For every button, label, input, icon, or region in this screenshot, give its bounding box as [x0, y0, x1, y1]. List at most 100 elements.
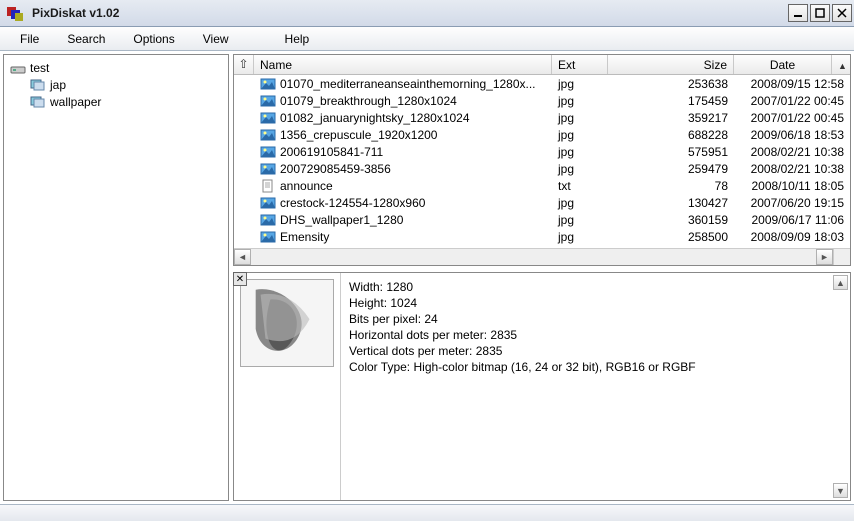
statusbar [0, 504, 854, 521]
image-file-icon [260, 145, 276, 159]
drive-icon [10, 61, 26, 75]
image-file-icon [260, 230, 276, 244]
table-row[interactable]: 200619105841-711jpg5759512008/02/21 10:3… [234, 143, 850, 160]
col-ext[interactable]: Ext [552, 55, 608, 74]
cell-name: Emensity [254, 230, 552, 244]
close-preview-button[interactable]: ✕ [233, 272, 247, 286]
close-button[interactable] [832, 4, 852, 22]
table-row[interactable]: 1356_crepuscule_1920x1200jpg6882282009/0… [234, 126, 850, 143]
scroll-right-icon[interactable]: ► [816, 249, 833, 265]
col-name[interactable]: Name [254, 55, 552, 74]
scrollbar-corner: ▲ [832, 55, 850, 74]
info-pane: Width: 1280 Height: 1024 Bits per pixel:… [340, 273, 850, 500]
table-row[interactable]: DHS_wallpaper1_1280 jpg3601592009/06/17 1… [234, 211, 850, 228]
cell-size: 360159 [608, 213, 734, 227]
table-row[interactable]: announcetxt782008/10/11 18:05 [234, 177, 850, 194]
menu-view[interactable]: View [189, 29, 243, 49]
scroll-down-icon[interactable]: ▼ [833, 483, 848, 498]
file-name: 01079_breakthrough_1280x1024 [280, 94, 457, 108]
table-row[interactable]: crestock-124554-1280x960jpg1304272007/06… [234, 194, 850, 211]
cell-ext: jpg [552, 94, 608, 108]
cell-size: 175459 [608, 94, 734, 108]
file-name: Emensity [280, 230, 329, 244]
image-file-icon [260, 213, 276, 227]
content: test jap wallpaper ⇧ Name Ext Size Date … [0, 51, 854, 504]
menu-file[interactable]: File [6, 29, 53, 49]
cell-size: 258500 [608, 230, 734, 244]
file-name: 200729085459-3856 [280, 162, 391, 176]
window-controls [788, 4, 852, 22]
cell-date: 2007/01/22 00:45 [734, 94, 850, 108]
cell-size: 688228 [608, 128, 734, 142]
sort-indicator-col[interactable]: ⇧ [234, 55, 254, 74]
info-ctype: Color Type: High-color bitmap (16, 24 or… [349, 359, 842, 375]
scrollbar-corner [833, 249, 850, 265]
list-body[interactable]: 01070_mediterraneanseainthemorning_1280x… [234, 75, 850, 248]
table-row[interactable]: 01082_januarynightsky_1280x1024jpg359217… [234, 109, 850, 126]
cell-ext: jpg [552, 128, 608, 142]
cell-name: DHS_wallpaper1_1280 [254, 213, 552, 227]
text-file-icon [260, 179, 276, 193]
cell-ext: jpg [552, 213, 608, 227]
menu-options[interactable]: Options [119, 29, 188, 49]
cell-ext: jpg [552, 111, 608, 125]
info-hdpm: Horizontal dots per meter: 2835 [349, 327, 842, 343]
cell-date: 2008/02/21 10:38 [734, 145, 850, 159]
cell-date: 2007/01/22 00:45 [734, 111, 850, 125]
image-file-icon [260, 162, 276, 176]
menu-help[interactable]: Help [271, 29, 324, 49]
col-date[interactable]: Date [734, 55, 832, 74]
table-row[interactable]: 01079_breakthrough_1280x1024 jpg175459200… [234, 92, 850, 109]
app-icon [6, 4, 24, 22]
tree-root[interactable]: test [8, 59, 224, 76]
cell-ext: jpg [552, 145, 608, 159]
table-row[interactable]: 200729085459-3856jpg2594792008/02/21 10:… [234, 160, 850, 177]
maximize-button[interactable] [810, 4, 830, 22]
scroll-left-icon[interactable]: ◄ [234, 249, 251, 265]
cell-name: crestock-124554-1280x960 [254, 196, 552, 210]
cell-name: 01082_januarynightsky_1280x1024 [254, 111, 552, 125]
cell-name: 1356_crepuscule_1920x1200 [254, 128, 552, 142]
cell-date: 2009/06/17 11:06 [734, 213, 850, 227]
file-name: 01082_januarynightsky_1280x1024 [280, 111, 470, 125]
menubar: File Search Options View Help [0, 27, 854, 51]
minimize-button[interactable] [788, 4, 808, 22]
titlebar[interactable]: PixDiskat v1.02 [0, 0, 854, 27]
image-file-icon [260, 111, 276, 125]
cell-ext: jpg [552, 196, 608, 210]
file-name: 200619105841-711 [280, 145, 383, 159]
sort-up-icon: ⇧ [238, 57, 248, 71]
menu-search[interactable]: Search [53, 29, 119, 49]
table-row[interactable]: 01070_mediterraneanseainthemorning_1280x… [234, 75, 850, 92]
right-pane: ⇧ Name Ext Size Date ▲ 01070_mediterrane… [233, 54, 851, 501]
file-name: DHS_wallpaper1_1280 [280, 213, 403, 227]
cell-date: 2007/06/20 19:15 [734, 196, 850, 210]
image-file-icon [260, 128, 276, 142]
tree-root-label: test [30, 61, 49, 75]
scroll-up-icon[interactable]: ▲ [833, 275, 848, 290]
image-file-icon [260, 94, 276, 108]
col-size[interactable]: Size [608, 55, 734, 74]
scroll-track[interactable] [251, 249, 816, 265]
cell-size: 130427 [608, 196, 734, 210]
cell-name: 200619105841-711 [254, 145, 552, 159]
thumbnail [240, 279, 334, 367]
tree-item-wallpaper[interactable]: wallpaper [8, 93, 224, 110]
photos-icon [30, 78, 46, 92]
cell-date: 2008/10/11 18:05 [734, 179, 850, 193]
info-bpp: Bits per pixel: 24 [349, 311, 842, 327]
tree-item-jap[interactable]: jap [8, 76, 224, 93]
image-file-icon [260, 196, 276, 210]
file-name: 01070_mediterraneanseainthemorning_1280x… [280, 77, 536, 91]
tree-item-label: jap [50, 78, 66, 92]
cell-name: 200729085459-3856 [254, 162, 552, 176]
cell-ext: jpg [552, 77, 608, 91]
info-height: Height: 1024 [349, 295, 842, 311]
cell-date: 2008/02/21 10:38 [734, 162, 850, 176]
horizontal-scrollbar[interactable]: ◄ ► [234, 248, 850, 265]
tree-pane[interactable]: test jap wallpaper [3, 54, 229, 501]
tree-item-label: wallpaper [50, 95, 101, 109]
table-row[interactable]: Emensityjpg2585002008/09/09 18:03 [234, 228, 850, 245]
cell-name: 01070_mediterraneanseainthemorning_1280x… [254, 77, 552, 91]
info-width: Width: 1280 [349, 279, 842, 295]
